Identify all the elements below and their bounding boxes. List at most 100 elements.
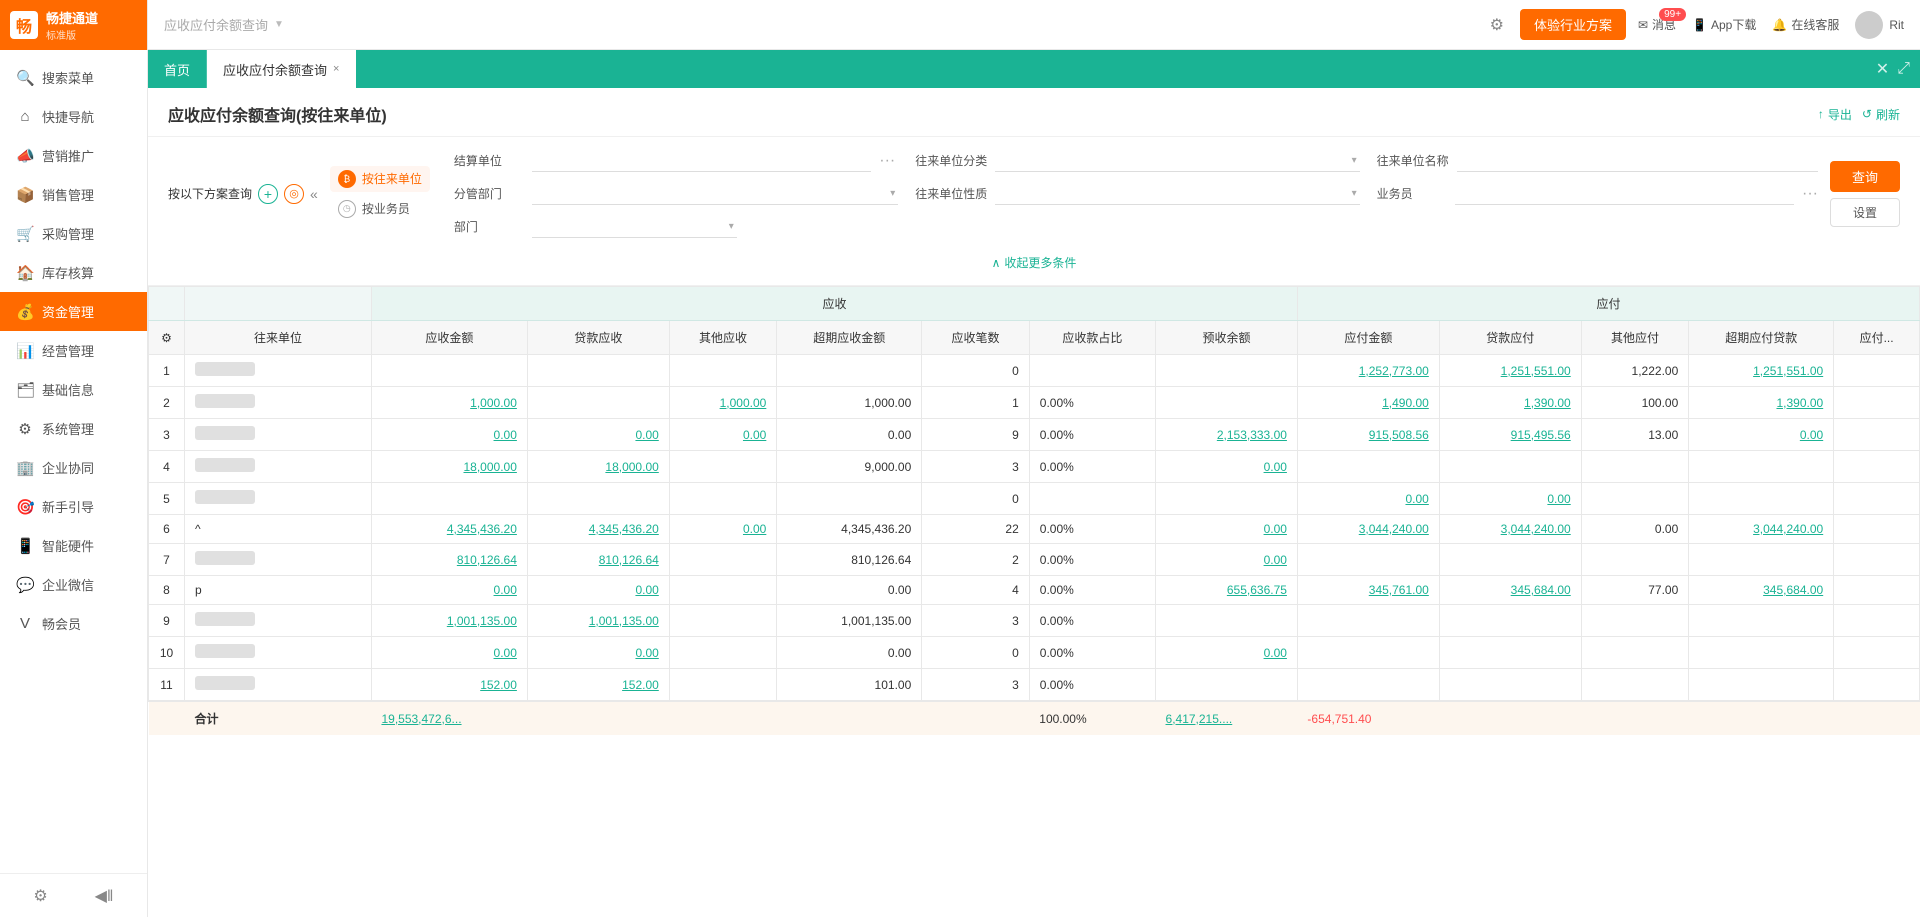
partner-cell [185,669,372,702]
scheme-option-salesperson[interactable]: ◷ 按业务员 [330,196,430,222]
export-button[interactable]: ↑ 导出 [1818,106,1852,123]
sidebar-item-system[interactable]: ⚙ 系统管理 [0,409,147,448]
query-button[interactable]: 查询 [1830,161,1900,192]
sidebar-item-search-menu[interactable]: 🔍 搜索菜单 [0,58,147,97]
dept-label: 部门 [454,218,524,235]
sidebar-settings-button[interactable]: ⚙ [25,882,55,910]
settings-button[interactable]: 设置 [1830,198,1900,227]
avatar [1855,11,1883,39]
tab-ar-ap[interactable]: 应收应付余额查询 × [207,50,356,88]
data-cell[interactable]: 0.00 [1156,451,1298,483]
data-cell[interactable]: 655,636.75 [1156,576,1298,605]
data-cell[interactable]: 4,345,436.20 [527,515,669,544]
topbar-settings-icon[interactable]: ⚙ [1486,11,1508,39]
settlement-unit-input[interactable] [532,149,871,172]
data-cell[interactable]: 345,684.00 [1689,576,1834,605]
data-cell[interactable]: 1,251,551.00 [1689,355,1834,387]
data-cell[interactable]: 0.00 [1439,483,1581,515]
sidebar-item-guide[interactable]: 🎯 新手引导 [0,487,147,526]
partner-nature-select[interactable] [995,182,1359,205]
data-cell[interactable]: 152.00 [371,669,527,702]
tab-home[interactable]: 首页 [148,50,207,88]
sidebar-item-sales[interactable]: 📦 销售管理 [0,175,147,214]
data-cell[interactable]: 0.00 [669,515,777,544]
sidebar-item-smart-hw[interactable]: 📱 智能硬件 [0,526,147,565]
add-scheme-button[interactable]: + [258,184,278,204]
sidebar-item-enterprise[interactable]: 🏢 企业协同 [0,448,147,487]
data-cell[interactable]: 1,252,773.00 [1297,355,1439,387]
data-cell[interactable]: 0.00 [1297,483,1439,515]
partner-cell: ^ [185,515,372,544]
data-cell[interactable]: 915,508.56 [1297,419,1439,451]
data-cell[interactable]: 1,000.00 [371,387,527,419]
dept-select[interactable] [532,215,737,238]
data-cell[interactable]: 810,126.64 [371,544,527,576]
data-cell[interactable]: 1,001,135.00 [371,605,527,637]
footer-ar-prepay[interactable]: 6,417,215.... [1156,701,1298,735]
data-cell[interactable]: 1,251,551.00 [1439,355,1581,387]
data-cell[interactable]: 18,000.00 [527,451,669,483]
sidebar-item-inventory[interactable]: 🏠 库存核算 [0,253,147,292]
sidebar-item-purchase[interactable]: 🛒 采购管理 [0,214,147,253]
data-cell[interactable]: 3,044,240.00 [1439,515,1581,544]
online-service-button[interactable]: 🔔 在线客服 [1772,16,1839,33]
data-cell[interactable]: 810,126.64 [527,544,669,576]
data-cell[interactable]: 345,684.00 [1439,576,1581,605]
industry-solution-button[interactable]: 体验行业方案 [1520,9,1626,40]
sidebar-item-basic-info[interactable]: 🗂 基础信息 [0,370,147,409]
partner-name-input[interactable] [1457,149,1818,172]
sidebar-item-label: 经营管理 [42,341,94,360]
collapse-scheme-button[interactable]: « [310,186,318,202]
data-cell[interactable]: 3,044,240.00 [1297,515,1439,544]
tabbar-maximize-button[interactable]: ⤢ [1897,60,1910,78]
data-cell[interactable]: 1,390.00 [1439,387,1581,419]
collapse-more-button[interactable]: ∧ 收起更多条件 [168,248,1900,273]
sidebar-item-marketing[interactable]: 📣 营销推广 [0,136,147,175]
data-cell[interactable]: 0.00 [527,637,669,669]
footer-ar-total[interactable]: 19,553,472,6... [371,701,527,735]
data-cell[interactable]: 0.00 [1156,637,1298,669]
messages-button[interactable]: ✉ 消息 99+ [1638,16,1676,33]
data-cell[interactable]: 0.00 [1689,419,1834,451]
settlement-unit-picker-icon[interactable]: ··· [879,152,895,170]
table-row: 11152.00152.00101.0030.00% [149,669,1920,702]
data-cell[interactable]: 915,495.56 [1439,419,1581,451]
salesperson-picker-icon[interactable]: ··· [1802,185,1818,203]
data-cell[interactable]: 1,390.00 [1689,387,1834,419]
sidebar-item-funds[interactable]: 💰 资金管理 [0,292,147,331]
data-cell[interactable]: 2,153,333.00 [1156,419,1298,451]
data-cell[interactable]: 4,345,436.20 [371,515,527,544]
app-download-button[interactable]: 📱 App下载 [1692,16,1756,33]
data-cell[interactable]: 3,044,240.00 [1689,515,1834,544]
data-cell[interactable]: 18,000.00 [371,451,527,483]
data-cell[interactable]: 0.00 [371,637,527,669]
data-cell[interactable]: 0.00 [669,419,777,451]
user-area[interactable]: Rit [1855,11,1904,39]
data-cell[interactable]: 1,000.00 [669,387,777,419]
sidebar-item-member[interactable]: V 畅会员 [0,604,147,643]
scheme-option-partner[interactable]: ₿ 按往来单位 [330,166,430,192]
data-cell[interactable]: 152.00 [527,669,669,702]
partner-category-select[interactable] [995,149,1359,172]
data-cell[interactable]: 0.00 [1156,515,1298,544]
data-cell[interactable]: 0.00 [371,576,527,605]
sidebar-item-quick-nav[interactable]: ⌂ 快捷导航 [0,97,147,136]
data-cell[interactable]: 0.00 [527,419,669,451]
refresh-button[interactable]: ↺ 刷新 [1862,106,1900,123]
sidebar-item-operations[interactable]: 📊 经营管理 [0,331,147,370]
salesperson-input[interactable] [1455,182,1794,205]
dept-managed-select[interactable] [532,182,898,205]
sidebar-item-wechat[interactable]: 💬 企业微信 [0,565,147,604]
col-settings[interactable]: ⚙ [149,321,185,355]
tabbar-close-button[interactable]: ✕ [1876,59,1889,79]
data-cell[interactable]: 345,761.00 [1297,576,1439,605]
data-cell[interactable]: 1,001,135.00 [527,605,669,637]
data-cell[interactable]: 1,490.00 [1297,387,1439,419]
scheme-icon-button[interactable]: ◎ [284,184,304,204]
data-cell[interactable]: 0.00 [1156,544,1298,576]
data-cell[interactable]: 0.00 [527,576,669,605]
messages-badge: 99+ [1659,8,1686,21]
tab-close-icon[interactable]: × [333,63,339,75]
data-cell[interactable]: 0.00 [371,419,527,451]
sidebar-collapse-button[interactable]: ◀‖ [87,882,122,910]
